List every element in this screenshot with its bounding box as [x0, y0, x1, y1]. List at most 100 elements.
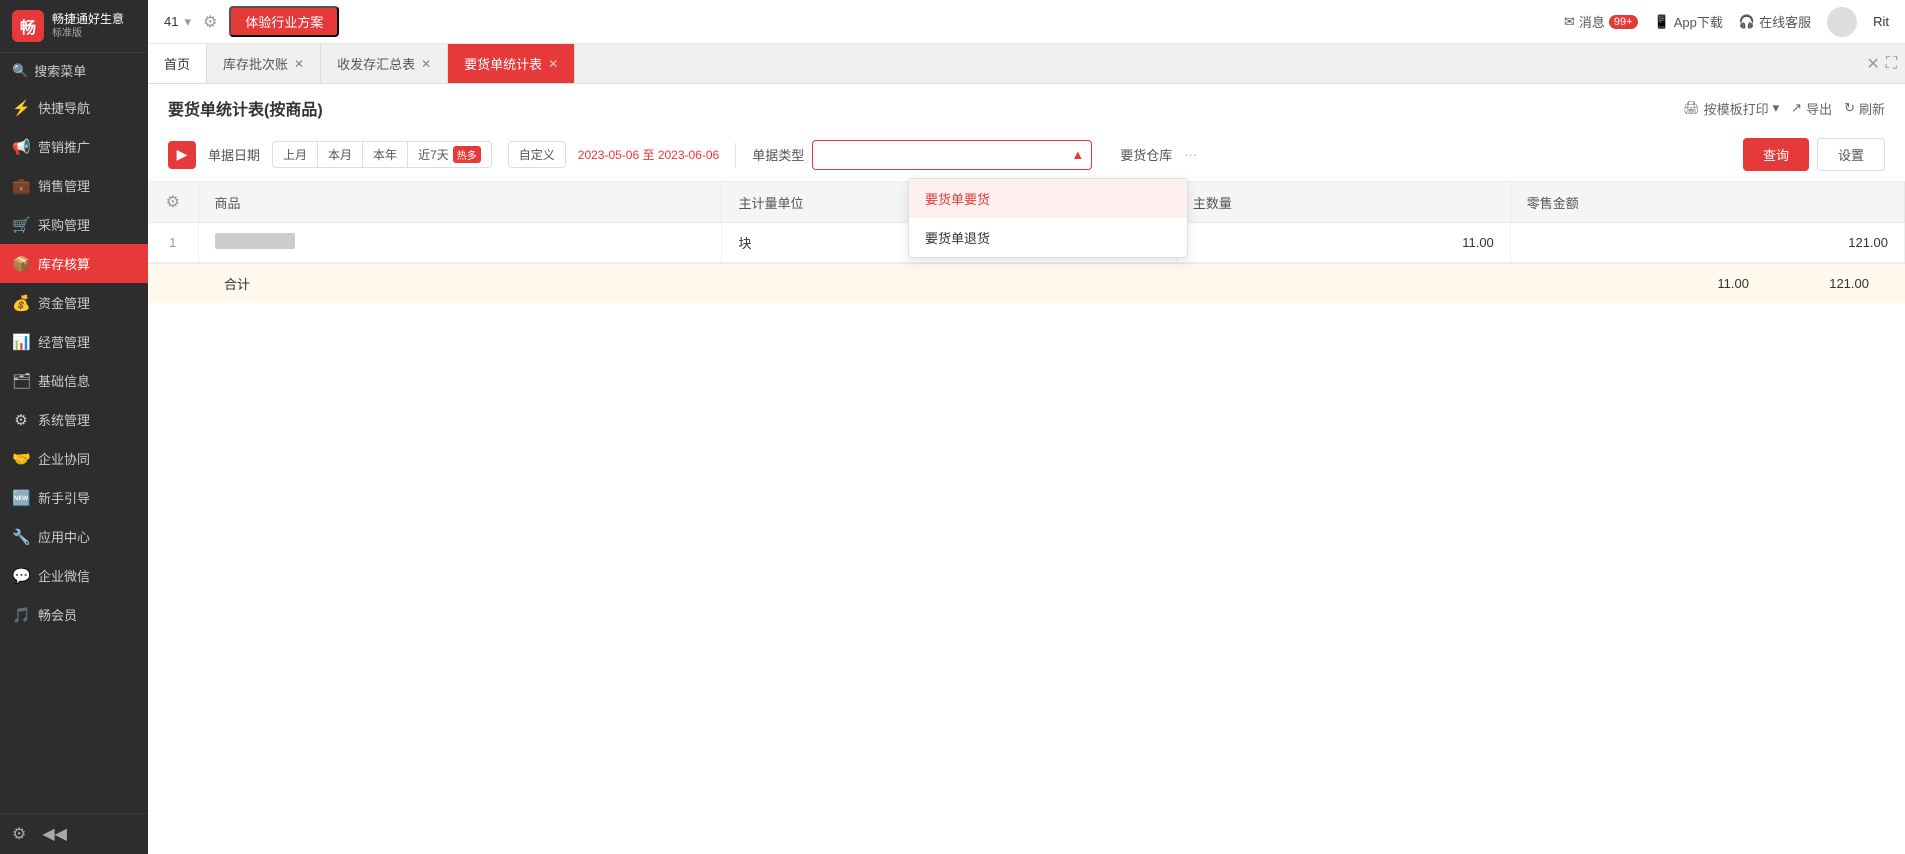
wechat-icon: 💬 [12, 567, 30, 585]
store-chevron-icon: ▾ [184, 14, 191, 30]
date-prev-month[interactable]: 上月 [272, 141, 317, 168]
online-service-button[interactable]: 🎧 在线客服 [1739, 12, 1811, 31]
tab-batch-account-close[interactable]: ✕ [294, 57, 304, 71]
tab-receive-summary[interactable]: 收发存汇总表 ✕ [321, 44, 448, 83]
search-menu[interactable]: 🔍 搜索菜单 [0, 53, 148, 88]
row-amount: 121.00 [1510, 223, 1904, 263]
print-button[interactable]: 🖨 按模板打印 ▾ [1683, 99, 1779, 118]
trial-button[interactable]: 体验行业方案 [229, 6, 339, 37]
sidebar-item-purchase[interactable]: 🛒 采购管理 [0, 205, 148, 244]
sidebar-item-operations[interactable]: 📊 经营管理 [0, 322, 148, 361]
app-download-button[interactable]: 📱 App下载 [1654, 12, 1723, 31]
export-icon: ↗ [1791, 100, 1802, 116]
date-this-year[interactable]: 本年 [362, 141, 407, 168]
date-options: 上月 本月 本年 近7天 热多 [272, 141, 492, 168]
refresh-button[interactable]: ↻ 刷新 [1844, 99, 1885, 118]
marketing-icon: 📢 [12, 138, 30, 156]
print-chevron-icon: ▾ [1773, 100, 1780, 116]
tab-home-label: 首页 [164, 54, 190, 73]
sidebar-item-base-info[interactable]: 🗂 基础信息 [0, 361, 148, 400]
message-badge: 99+ [1609, 15, 1638, 29]
sidebar-item-label: 快捷导航 [38, 98, 90, 117]
date-custom-button[interactable]: 自定义 [508, 141, 566, 168]
page-header: 要货单统计表(按商品) 🖨 按模板打印 ▾ ↗ 导出 ↻ 刷新 [148, 84, 1905, 128]
sidebar-item-marketing[interactable]: 📢 营销推广 [0, 127, 148, 166]
tab-receive-summary-close[interactable]: ✕ [421, 57, 431, 71]
col-goods: 商品 [198, 182, 722, 223]
sidebar-item-label: 营销推广 [38, 137, 90, 156]
sidebar-item-sales[interactable]: 💼 销售管理 [0, 166, 148, 205]
type-filter-input[interactable] [812, 140, 1092, 170]
base-info-icon: 🗂 [12, 372, 30, 390]
tab-batch-account-label: 库存批次账 [223, 54, 288, 73]
sidebar-item-member[interactable]: 🎵 畅会员 [0, 595, 148, 634]
collapse-sidebar-button[interactable]: ◀◀ [42, 824, 67, 844]
tab-batch-account[interactable]: 库存批次账 ✕ [207, 44, 321, 83]
filter-bar: ▶ 单据日期 上月 本月 本年 近7天 热多 自定义 2023-05-06 至 … [148, 128, 1905, 182]
operations-icon: 📊 [12, 333, 30, 351]
page-title: 要货单统计表(按商品) [168, 96, 323, 120]
tab-order-stats-close[interactable]: ✕ [548, 57, 558, 71]
dropdown-item-order-return[interactable]: 要货单退货 [909, 218, 1187, 257]
sidebar-item-label: 企业协同 [38, 449, 90, 468]
tab-close-icon[interactable]: ✕ [1866, 54, 1879, 74]
filter-expand-button[interactable]: ▶ [168, 141, 196, 169]
message-icon: ✉ [1564, 14, 1575, 30]
sidebar-item-label: 畅会员 [38, 605, 77, 624]
sidebar-item-label: 企业微信 [38, 566, 90, 585]
settings-button[interactable]: 设置 [1817, 138, 1885, 171]
print-icon: 🖨 [1683, 100, 1700, 116]
avatar[interactable] [1827, 7, 1857, 37]
col-settings[interactable]: ⚙ [148, 182, 198, 223]
message-label: 消息 [1579, 12, 1605, 31]
cooperation-icon: 🤝 [12, 450, 30, 468]
date-last-7days[interactable]: 近7天 热多 [407, 141, 492, 168]
app-center-icon: 🔧 [12, 528, 30, 546]
finance-icon: 💰 [12, 294, 30, 312]
header-settings-icon[interactable]: ⚙ [203, 12, 217, 32]
sidebar-item-app-center[interactable]: 🔧 应用中心 [0, 517, 148, 556]
settings-footer-button[interactable]: ⚙ [12, 824, 26, 844]
tab-expand-icon[interactable]: ⛶ [1886, 55, 1897, 73]
warehouse-filter-more-icon[interactable]: ··· [1184, 147, 1197, 162]
sidebar: 畅 畅捷通好生意 标准版 🔍 搜索菜单 ⚡ 快捷导航 📢 营销推广 💼 销售管理… [0, 0, 148, 854]
type-filter-arrow-icon[interactable]: ▲ [1071, 147, 1084, 162]
store-name: 41 [164, 14, 178, 29]
sidebar-item-wechat[interactable]: 💬 企业微信 [0, 556, 148, 595]
sidebar-item-cooperation[interactable]: 🤝 企业协同 [0, 439, 148, 478]
sidebar-item-guide[interactable]: 🆕 新手引导 [0, 478, 148, 517]
user-name: Rit [1873, 14, 1889, 29]
tab-home[interactable]: 首页 [148, 44, 207, 83]
dropdown-item-order-goods[interactable]: 要货单要货 [909, 179, 1187, 218]
online-service-label: 在线客服 [1759, 12, 1811, 31]
guide-icon: 🆕 [12, 489, 30, 507]
filter-actions: 查询 设置 [1743, 138, 1885, 171]
message-button[interactable]: ✉ 消息 99+ [1564, 12, 1638, 31]
col-settings-icon[interactable]: ⚙ [166, 194, 180, 211]
query-button[interactable]: 查询 [1743, 138, 1809, 171]
store-selector[interactable]: 41 ▾ [164, 14, 191, 30]
filter-separator [735, 143, 736, 167]
date-this-month[interactable]: 本月 [317, 141, 362, 168]
tab-order-stats[interactable]: 要货单统计表 ✕ [448, 44, 575, 83]
sidebar-item-finance[interactable]: 💰 资金管理 [0, 283, 148, 322]
sidebar-item-quick-nav[interactable]: ⚡ 快捷导航 [0, 88, 148, 127]
export-button[interactable]: ↗ 导出 [1791, 99, 1832, 118]
inventory-icon: 📦 [12, 255, 30, 273]
row-quantity: 11.00 [1176, 223, 1510, 263]
logo-area: 畅 畅捷通好生意 标准版 [0, 0, 148, 53]
sidebar-item-inventory[interactable]: 📦 库存核算 [0, 244, 148, 283]
sidebar-item-label: 资金管理 [38, 293, 90, 312]
logo-text: 畅捷通好生意 标准版 [52, 12, 124, 41]
page-content: 要货单统计表(按商品) 🖨 按模板打印 ▾ ↗ 导出 ↻ 刷新 ▶ [148, 84, 1905, 854]
sidebar-item-system[interactable]: ⚙ 系统管理 [0, 400, 148, 439]
sidebar-item-label: 新手引导 [38, 488, 90, 507]
row-index: 1 [148, 223, 198, 263]
sidebar-nav: ⚡ 快捷导航 📢 营销推广 💼 销售管理 🛒 采购管理 📦 库存核算 💰 资金管… [0, 88, 148, 813]
row-goods [198, 223, 722, 263]
purchase-icon: 🛒 [12, 216, 30, 234]
type-dropdown: 要货单要货 要货单退货 [908, 178, 1188, 258]
page-actions: 🖨 按模板打印 ▾ ↗ 导出 ↻ 刷新 [1683, 99, 1885, 118]
warehouse-filter-label: 要货仓库 [1120, 145, 1172, 164]
tab-receive-summary-label: 收发存汇总表 [337, 54, 415, 73]
